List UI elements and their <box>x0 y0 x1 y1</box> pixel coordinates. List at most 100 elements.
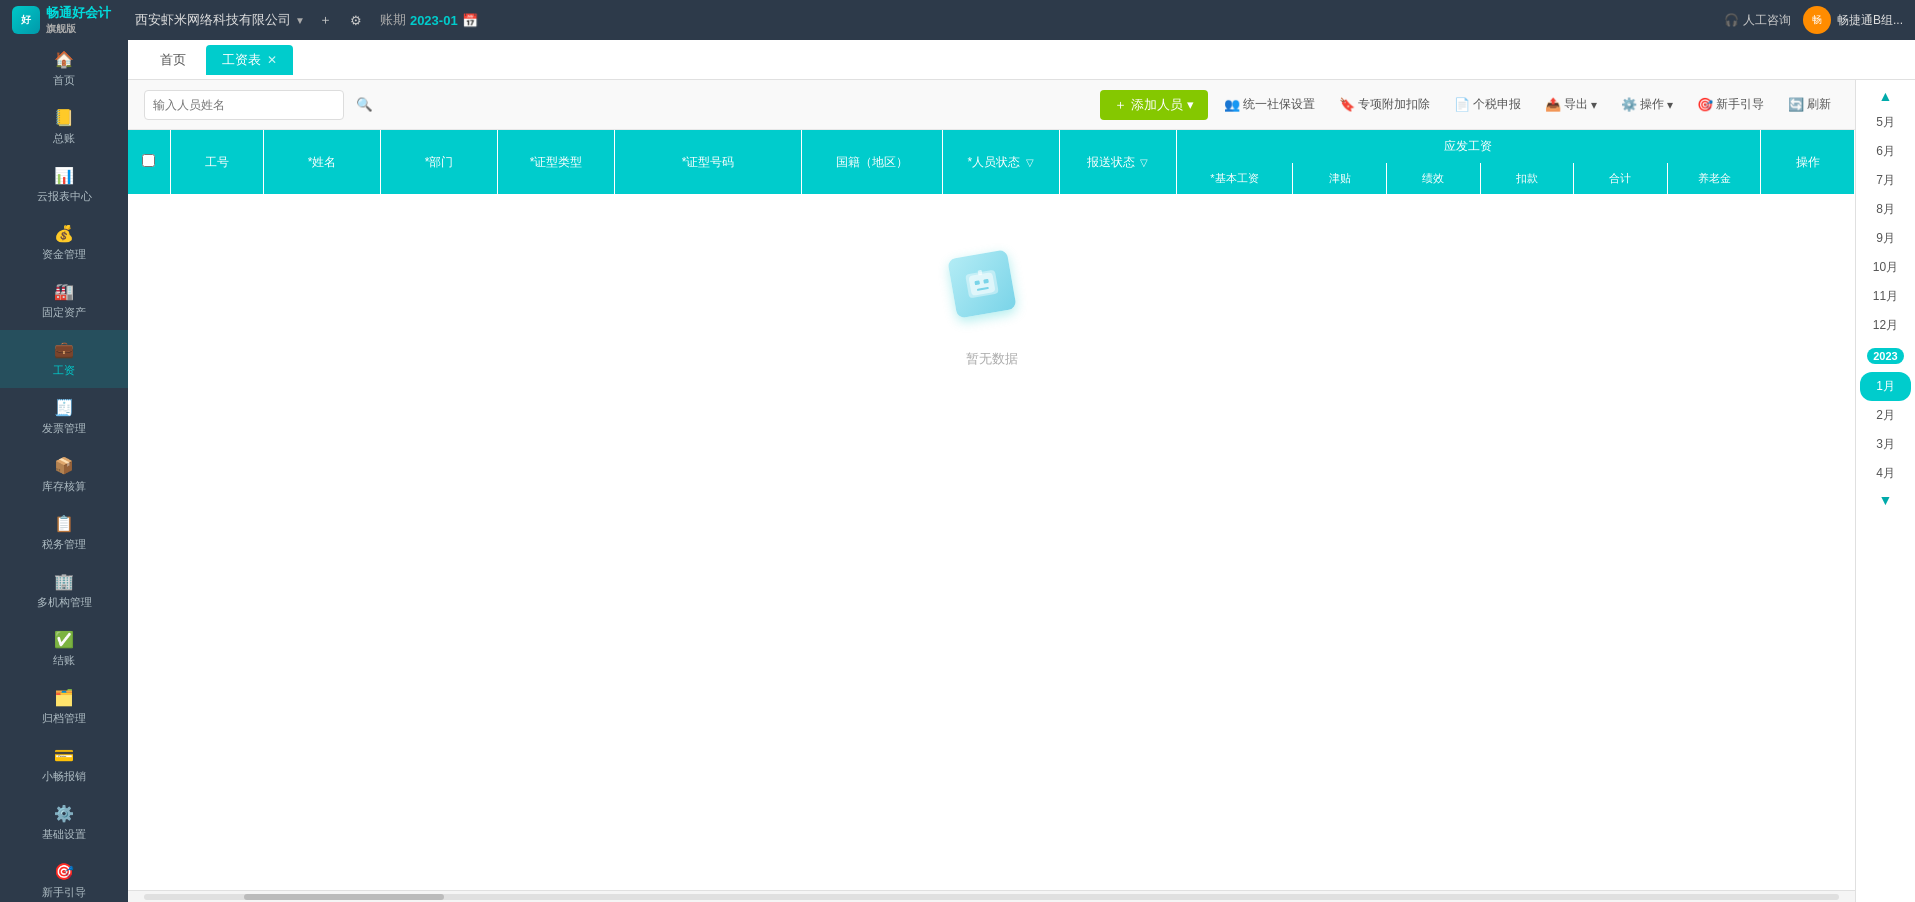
empty-icon <box>952 254 1032 334</box>
select-all-checkbox[interactable] <box>142 154 155 167</box>
month-item-1[interactable]: 1月 <box>1860 372 1911 401</box>
tab-salary-label: 工资表 <box>222 51 261 69</box>
th-salary-group: 应发工资 <box>1176 130 1761 163</box>
month-nav-up[interactable]: ▲ <box>1875 84 1897 108</box>
settings-icon: ⚙️ <box>54 804 74 823</box>
month-item-6[interactable]: 6月 <box>1856 137 1915 166</box>
add-company-button[interactable]: ＋ <box>313 7 338 33</box>
special-deduction-btn[interactable]: 🔖 专项附加扣除 <box>1331 92 1438 117</box>
special-deduction-icon: 🔖 <box>1339 97 1355 112</box>
month-item-9[interactable]: 9月 <box>1856 224 1915 253</box>
export-btn[interactable]: 📤 导出 ▾ <box>1537 92 1605 117</box>
add-person-button[interactable]: ＋ 添加人员 ▾ <box>1100 90 1208 120</box>
tax-icon: 📋 <box>54 514 74 533</box>
th-cert-type: *证型类型 <box>498 130 615 194</box>
sidebar-item-inventory[interactable]: 📦 库存核算 <box>0 446 128 504</box>
social-insurance-icon: 👥 <box>1224 97 1240 112</box>
sidebar-item-asset[interactable]: 🏭 固定资产 <box>0 272 128 330</box>
guide-btn[interactable]: 🎯 新手引导 <box>1689 92 1772 117</box>
month-item-5[interactable]: 5月 <box>1856 108 1915 137</box>
month-item-12[interactable]: 12月 <box>1856 311 1915 340</box>
month-item-4[interactable]: 4月 <box>1856 459 1915 488</box>
sidebar-item-archive[interactable]: 🗂️ 归档管理 <box>0 678 128 736</box>
sidebar-item-salary[interactable]: 💼 工资 <box>0 330 128 388</box>
sidebar-item-home[interactable]: 🏠 首页 <box>0 40 128 98</box>
sidebar-item-settings[interactable]: ⚙️ 基础设置 <box>0 794 128 852</box>
search-input[interactable] <box>144 90 344 120</box>
sidebar-item-ledger[interactable]: 📒 总账 <box>0 98 128 156</box>
content-wrapper: 🔍 ＋ 添加人员 ▾ 👥 统一社保设置 🔖 <box>128 80 1915 902</box>
main-content: 🔍 ＋ 添加人员 ▾ 👥 统一社保设置 🔖 <box>128 80 1855 902</box>
month-item-11[interactable]: 11月 <box>1856 282 1915 311</box>
sidebar-item-report[interactable]: 📊 云报表中心 <box>0 156 128 214</box>
archive-icon: 🗂️ <box>54 688 74 707</box>
sidebar-item-invoice[interactable]: 🧾 发票管理 <box>0 388 128 446</box>
month-item-8[interactable]: 8月 <box>1856 195 1915 224</box>
invoice-icon: 🧾 <box>54 398 74 417</box>
refresh-icon: 🔄 <box>1788 97 1804 112</box>
month-item-10[interactable]: 10月 <box>1856 253 1915 282</box>
social-insurance-btn[interactable]: 👥 统一社保设置 <box>1216 92 1323 117</box>
accounting-period: 账期 2023-01 📅 <box>380 11 478 29</box>
svg-rect-0 <box>968 272 995 296</box>
sidebar-item-multi[interactable]: 🏢 多机构管理 <box>0 562 128 620</box>
home-icon: 🏠 <box>54 50 74 69</box>
th-status[interactable]: *人员状态 ▽ <box>942 130 1059 194</box>
month-item-7[interactable]: 7月 <box>1856 166 1915 195</box>
tab-salary-table[interactable]: 工资表 ✕ <box>206 45 293 75</box>
add-icon: ＋ <box>1114 96 1127 114</box>
sidebar-item-expense[interactable]: 💳 小畅报销 <box>0 736 128 794</box>
user-info[interactable]: 畅 畅捷通B组... <box>1803 6 1903 34</box>
personal-tax-btn[interactable]: 📄 个税申报 <box>1446 92 1529 117</box>
scrollbar-track[interactable] <box>144 894 1839 900</box>
month-item-2[interactable]: 2月 <box>1856 401 1915 430</box>
headset-icon: 🎧 <box>1724 13 1739 27</box>
settings-button[interactable]: ⚙ <box>344 9 368 32</box>
empty-text: 暂无数据 <box>966 350 1018 368</box>
th-base-salary: *基本工资 <box>1176 163 1293 194</box>
month-nav-down[interactable]: ▼ <box>1875 488 1897 512</box>
th-cert-no: *证型号码 <box>615 130 802 194</box>
sidebar-item-fund[interactable]: 💰 资金管理 <box>0 214 128 272</box>
topbar-actions: ＋ ⚙ <box>313 7 368 33</box>
salary-table: 工号 *姓名 *部门 *证型类型 *证型号码 国籍（地区） *人员状态 ▽ <box>128 130 1855 194</box>
tab-close-icon[interactable]: ✕ <box>267 53 277 67</box>
empty-cube <box>947 249 1017 319</box>
sidebar-item-guide[interactable]: 🎯 新手引导 <box>0 852 128 902</box>
refresh-btn[interactable]: 🔄 刷新 <box>1780 92 1839 117</box>
calendar-icon[interactable]: 📅 <box>462 13 478 28</box>
scrollbar-thumb[interactable] <box>244 894 444 900</box>
avatar: 畅 <box>1803 6 1831 34</box>
month-panel: ▲ 5月 6月 7月 8月 9月 10月 11月 12月 2023 1月 2月 … <box>1855 80 1915 902</box>
user-name: 畅捷通B组... <box>1837 12 1903 29</box>
report-filter-icon: ▽ <box>1140 157 1148 168</box>
th-total: 合计 <box>1574 163 1668 194</box>
fund-icon: 💰 <box>54 224 74 243</box>
content-area: 首页 工资表 ✕ 🔍 ＋ 添加人员 ▾ <box>128 40 1915 902</box>
status-filter-icon: ▽ <box>1026 157 1034 168</box>
report-icon: 📊 <box>54 166 74 185</box>
close-period-icon: ✅ <box>54 630 74 649</box>
guide-toolbar-icon: 🎯 <box>1697 97 1713 112</box>
company-selector[interactable]: 西安虾米网络科技有限公司 ▼ <box>127 7 313 33</box>
operations-btn[interactable]: ⚙️ 操作 ▾ <box>1613 92 1681 117</box>
th-checkbox[interactable] <box>128 130 170 194</box>
th-report-status[interactable]: 报送状态 ▽ <box>1059 130 1176 194</box>
th-performance: 绩效 <box>1387 163 1481 194</box>
sidebar: 🏠 首页 📒 总账 📊 云报表中心 💰 资金管理 🏭 固定资产 💼 工资 <box>0 40 128 902</box>
guide-icon: 🎯 <box>54 862 74 881</box>
tab-home[interactable]: 首页 <box>144 45 202 75</box>
th-deduction: 扣款 <box>1480 163 1574 194</box>
logo-text: 畅通好会计 旗舰版 <box>46 4 111 36</box>
service-button[interactable]: 🎧 人工咨询 <box>1724 12 1791 29</box>
th-no: 工号 <box>170 130 264 194</box>
robot-icon <box>958 261 1004 307</box>
year-badge-2023: 2023 <box>1867 344 1903 368</box>
sidebar-item-close[interactable]: ✅ 结账 <box>0 620 128 678</box>
month-item-3[interactable]: 3月 <box>1856 430 1915 459</box>
search-button[interactable]: 🔍 <box>352 97 377 112</box>
app-logo: 好 畅通好会计 旗舰版 <box>12 4 111 36</box>
sidebar-item-tax[interactable]: 📋 税务管理 <box>0 504 128 562</box>
tab-bar: 首页 工资表 ✕ <box>128 40 1915 80</box>
salary-icon: 💼 <box>54 340 74 359</box>
